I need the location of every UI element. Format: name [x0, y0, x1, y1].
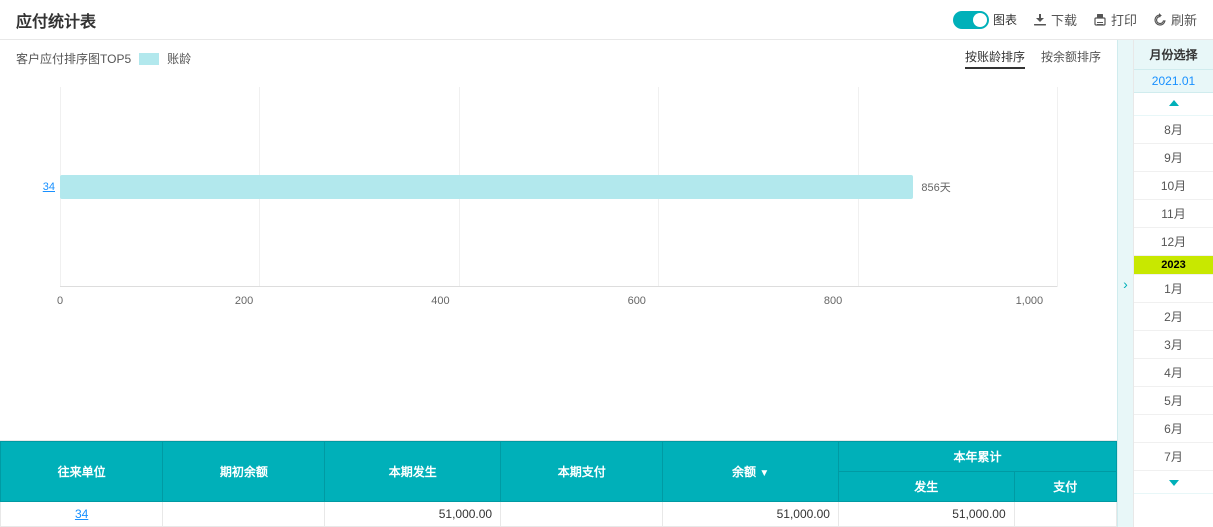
page-title: 应付统计表: [16, 8, 96, 32]
bar-row-34: 34 856天: [60, 175, 1057, 199]
sidebar-month-6[interactable]: 6月: [1134, 415, 1213, 443]
x-tick-800: 800: [824, 295, 842, 307]
td-current-pay: [501, 502, 663, 527]
x-tick-200: 200: [235, 295, 253, 307]
th-unit: 往来单位: [1, 442, 163, 502]
sidebar-year[interactable]: 2021.01: [1134, 70, 1213, 93]
x-tick-1000: 1,000: [1016, 295, 1044, 307]
sidebar-collapse-btn[interactable]: ›: [1117, 40, 1133, 527]
td-ytd-pay: [1014, 502, 1116, 527]
th-opening: 期初余额: [163, 442, 325, 502]
table-row: 34 51,000.00 51,000.00 51,000.00: [1, 502, 1117, 527]
sidebar-month-11[interactable]: 11月: [1134, 200, 1213, 228]
chart-sort: 按账龄排序 按余额排序: [965, 48, 1101, 69]
th-ytd-occur: 发生: [838, 472, 1014, 502]
app-header: 应付统计表 图表 下载 打印 刷新: [0, 0, 1213, 40]
sidebar-month-3[interactable]: 3月: [1134, 331, 1213, 359]
download-button[interactable]: 下载: [1033, 10, 1077, 29]
header-actions: 图表 下载 打印 刷新: [953, 10, 1197, 29]
print-icon: [1093, 13, 1107, 27]
main-content: 客户应付排序图TOP5 账龄 按账龄排序 按余额排序: [0, 40, 1213, 527]
chart-legend: 客户应付排序图TOP5 账龄: [16, 50, 191, 67]
th-ytd: 本年累计: [838, 442, 1116, 472]
month-sidebar: 月份选择 2021.01 8月 9月 10月 11月 12月 2023 1月 2…: [1133, 40, 1213, 527]
th-ytd-pay: 支付: [1014, 472, 1116, 502]
bar-chart: 34 856天 0 200 400 600 800 1,000: [0, 77, 1117, 440]
chart-toggle-wrap: 图表: [953, 11, 1017, 29]
download-icon: [1033, 13, 1047, 27]
sidebar-month-8[interactable]: 8月: [1134, 116, 1213, 144]
chevron-down-icon: [1167, 475, 1181, 489]
sidebar-month-9[interactable]: 9月: [1134, 144, 1213, 172]
bar-end-label: 856天: [921, 179, 950, 195]
bar-row-label[interactable]: 34: [25, 181, 55, 193]
legend-color: [139, 53, 159, 65]
td-balance: 51,000.00: [663, 502, 839, 527]
x-tick-0: 0: [57, 295, 63, 307]
chart-toggle-label: 图表: [993, 11, 1017, 28]
sidebar-title: 月份选择: [1134, 40, 1213, 70]
sidebar-up-btn[interactable]: [1134, 93, 1213, 116]
chart-header: 客户应付排序图TOP5 账龄 按账龄排序 按余额排序: [0, 40, 1117, 77]
refresh-icon: [1153, 13, 1167, 27]
td-current-occur: 51,000.00: [325, 502, 501, 527]
td-opening: [163, 502, 325, 527]
sidebar-month-7[interactable]: 7月: [1134, 443, 1213, 471]
chevron-right-icon: ›: [1123, 276, 1128, 292]
bar-fill: [60, 175, 913, 199]
chart-area: 客户应付排序图TOP5 账龄 按账龄排序 按余额排序: [0, 40, 1117, 527]
x-axis-line: [60, 286, 1057, 287]
sidebar-month-1[interactable]: 1月: [1134, 275, 1213, 303]
chart-toggle[interactable]: [953, 11, 989, 29]
sort-by-balance-btn[interactable]: 按账龄排序: [965, 48, 1025, 69]
sidebar-month-4[interactable]: 4月: [1134, 359, 1213, 387]
sidebar-month-12[interactable]: 12月: [1134, 228, 1213, 256]
legend-color-label: 账龄: [167, 50, 191, 67]
chart-inner: 34 856天 0 200 400 600 800 1,000: [60, 87, 1057, 307]
td-unit[interactable]: 34: [1, 502, 163, 527]
sidebar-month-5[interactable]: 5月: [1134, 387, 1213, 415]
x-tick-600: 600: [628, 295, 646, 307]
sidebar-month-10[interactable]: 10月: [1134, 172, 1213, 200]
td-ytd-occur: 51,000.00: [838, 502, 1014, 527]
th-current-pay: 本期支付: [501, 442, 663, 502]
legend-label: 客户应付排序图TOP5: [16, 50, 131, 67]
grid-line-1000: [1057, 87, 1058, 287]
chevron-up-icon: [1167, 97, 1181, 111]
sidebar-down-btn[interactable]: [1134, 471, 1213, 494]
data-table: 往来单位 期初余额 本期发生 本期支付 余额 ▼ 本年累计 发生: [0, 441, 1117, 527]
x-tick-400: 400: [431, 295, 449, 307]
print-button[interactable]: 打印: [1093, 10, 1137, 29]
balance-sort-icon: ▼: [759, 468, 769, 479]
table-section: 往来单位 期初余额 本期发生 本期支付 余额 ▼ 本年累计 发生: [0, 440, 1117, 527]
refresh-button[interactable]: 刷新: [1153, 10, 1197, 29]
sidebar-year-2023[interactable]: 2023: [1134, 256, 1213, 275]
sort-by-amount-btn[interactable]: 按余额排序: [1041, 48, 1101, 69]
sidebar-month-2[interactable]: 2月: [1134, 303, 1213, 331]
th-balance: 余额 ▼: [663, 442, 839, 502]
th-current-occur: 本期发生: [325, 442, 501, 502]
x-axis: 0 200 400 600 800 1,000: [60, 295, 1057, 307]
